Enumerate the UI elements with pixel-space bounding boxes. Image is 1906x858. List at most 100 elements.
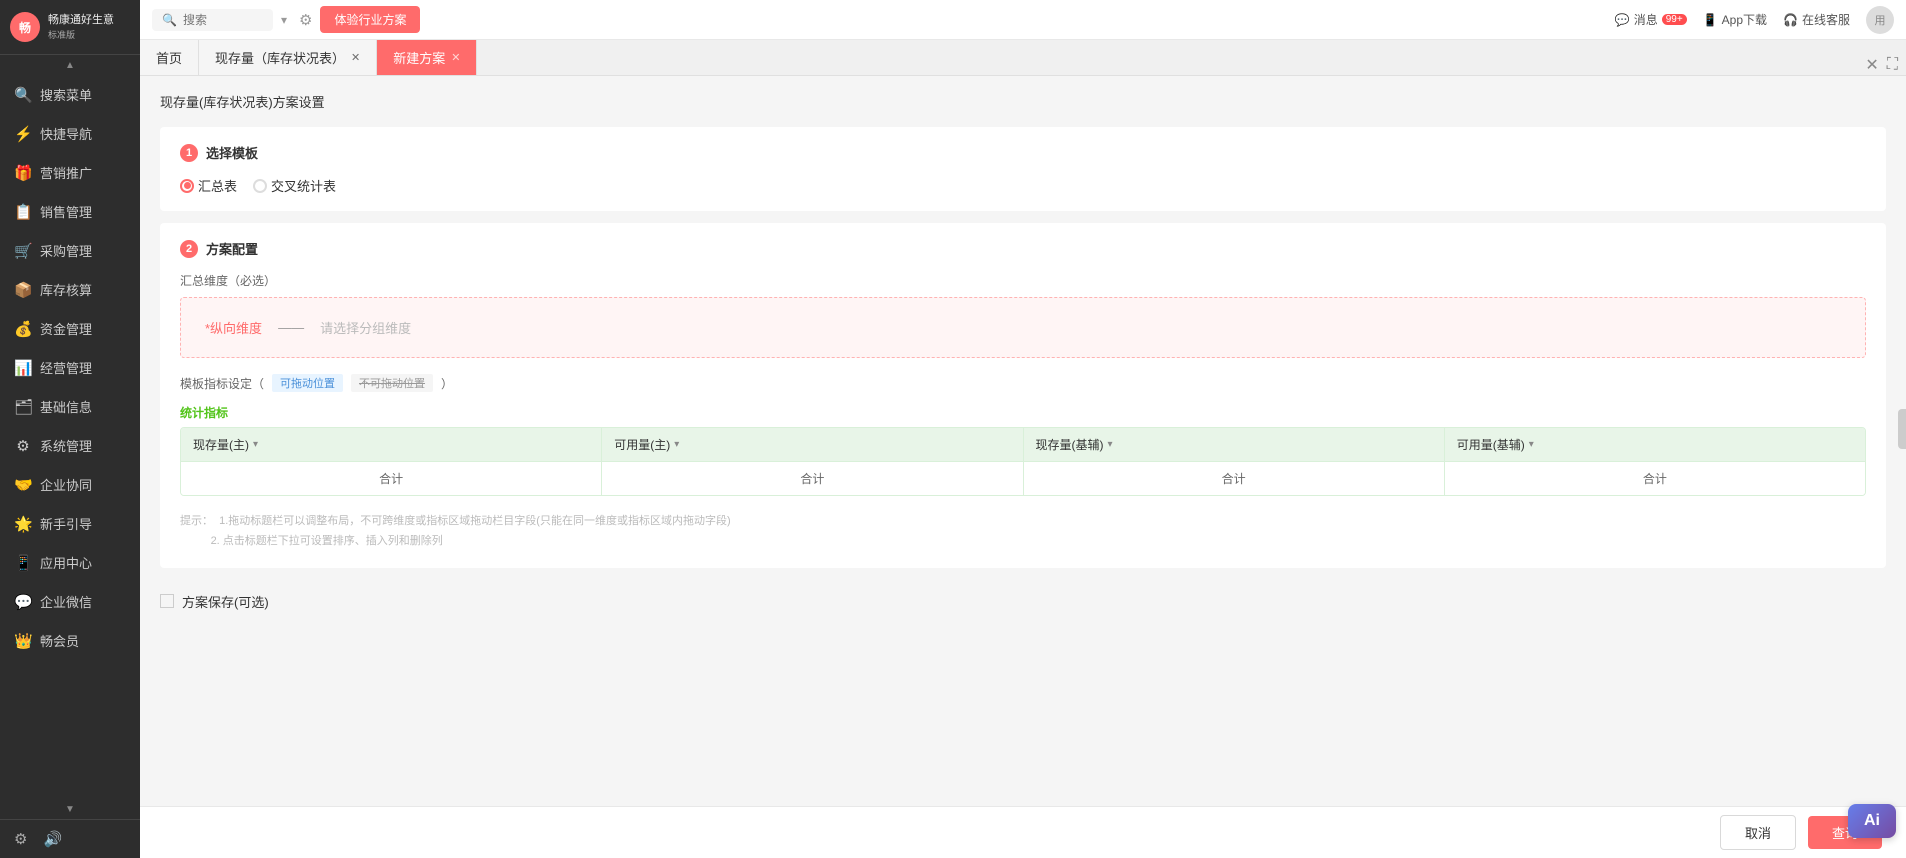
sidebar-item-label: 新手引导	[40, 514, 92, 533]
sidebar-item-label: 经营管理	[40, 358, 92, 377]
vertical-dimension-label: *纵向维度	[205, 318, 262, 337]
sidebar-scroll-down[interactable]: ▼	[0, 799, 140, 819]
tip-2: 2. 点击标题栏下拉可设置排序、插入列和删除列	[180, 532, 1866, 552]
radio-summary-circle	[180, 179, 194, 193]
marketing-icon: 🎁	[14, 164, 32, 182]
app-center-icon: 📱	[14, 554, 32, 572]
sound-icon[interactable]: 🔊	[43, 830, 62, 848]
stats-cell-3: 合计	[1445, 462, 1865, 495]
tab-home[interactable]: 首页	[140, 40, 199, 75]
dimension-sub-label: 汇总维度（必选）	[180, 272, 1866, 289]
sidebar-item-basic-info[interactable]: 🗂 基础信息	[0, 387, 140, 426]
sidebar-item-label: 库存核算	[40, 280, 92, 299]
trial-button[interactable]: 体验行业方案	[320, 6, 420, 33]
system-icon: ⚙	[14, 437, 32, 455]
sidebar-item-label: 系统管理	[40, 436, 92, 455]
tab-inventory-close-icon[interactable]: ✕	[351, 51, 360, 64]
app-download-btn[interactable]: 📱 App下载	[1703, 11, 1767, 28]
stats-section: 统计指标 现存量(主) ▾ 可用量(主) ▾ 现存量(基辅)	[180, 404, 1866, 496]
stats-col-2-arrow[interactable]: ▾	[1108, 439, 1113, 450]
purchase-icon: 🛒	[14, 242, 32, 260]
expand-panel-icon[interactable]: ⛶	[1887, 56, 1898, 74]
sidebar-item-label: 资金管理	[40, 319, 92, 338]
radio-cross-label: 交叉统计表	[271, 176, 336, 195]
sidebar-item-app-center[interactable]: 📱 应用中心	[0, 543, 140, 582]
cancel-button[interactable]: 取消	[1720, 815, 1796, 850]
content-area: 现存量(库存状况表)方案设置 1 选择模板 汇总表 交叉统计表 2	[140, 76, 1906, 806]
message-btn[interactable]: 💬 消息 99+	[1615, 11, 1687, 28]
basic-info-icon: 🗂	[14, 398, 32, 416]
radio-summary[interactable]: 汇总表	[180, 176, 237, 195]
sidebar-item-quick-nav[interactable]: ⚡ 快捷导航	[0, 114, 140, 153]
online-service-label: 在线客服	[1802, 11, 1850, 28]
user-avatar[interactable]: 用	[1866, 6, 1894, 34]
ai-button[interactable]: Ai	[1848, 804, 1896, 838]
sidebar-item-inventory[interactable]: 📦 库存核算	[0, 270, 140, 309]
stats-table-header: 现存量(主) ▾ 可用量(主) ▾ 现存量(基辅) ▾ 可用量(基辅)	[181, 428, 1865, 461]
member-icon: 👑	[14, 632, 32, 650]
topbar-gear-icon[interactable]: ⚙	[299, 11, 312, 29]
sidebar-item-cooperation[interactable]: 🤝 企业协同	[0, 465, 140, 504]
stats-col-3-arrow[interactable]: ▾	[1529, 439, 1534, 450]
sidebar-item-finance[interactable]: 💰 资金管理	[0, 309, 140, 348]
sidebar-item-member[interactable]: 👑 畅会员	[0, 621, 140, 660]
save-label: 方案保存(可选)	[182, 592, 269, 611]
topbar-search-icon: 🔍	[162, 13, 177, 27]
sales-icon: 📋	[14, 203, 32, 221]
stats-col-1-arrow[interactable]: ▾	[674, 439, 679, 450]
sidebar-item-label: 企业协同	[40, 475, 92, 494]
indicator-settings-label: 模板指标设定（ 可拖动位置 不可拖动位置 ）	[180, 374, 1866, 392]
save-checkbox[interactable]	[160, 594, 174, 608]
sidebar-item-search-menu[interactable]: 🔍 搜索菜单	[0, 75, 140, 114]
message-label: 消息	[1634, 11, 1658, 28]
close-panel-icon[interactable]: ✕	[1865, 55, 1878, 75]
sidebar-item-purchase[interactable]: 🛒 采购管理	[0, 231, 140, 270]
sidebar-item-management[interactable]: 📊 经营管理	[0, 348, 140, 387]
stats-cell-0: 合计	[181, 462, 602, 495]
stats-col-1-label: 可用量(主)	[614, 436, 670, 453]
tab-home-label: 首页	[156, 48, 182, 67]
section2-header: 2 方案配置	[180, 239, 1866, 258]
dimension-area[interactable]: *纵向维度 —— 请选择分组维度	[180, 297, 1866, 358]
sidebar-logo: 畅 畅康通好生意 标准版	[0, 0, 140, 55]
settings-icon[interactable]: ⚙	[14, 830, 27, 848]
page-title: 现存量(库存状况表)方案设置	[160, 92, 1886, 111]
stats-col-0-arrow[interactable]: ▾	[253, 439, 258, 450]
main-area: 🔍 ▾ ⚙ 体验行业方案 💬 消息 99+ 📱 App下载 🎧 在线客服 用	[140, 0, 1906, 858]
message-icon: 💬	[1615, 13, 1630, 27]
tab-new-scheme-label: 新建方案	[393, 48, 445, 67]
message-badge: 99+	[1662, 14, 1687, 25]
tab-new-scheme-close-icon[interactable]: ✕	[451, 51, 460, 64]
tab-new-scheme[interactable]: 新建方案 ✕	[377, 40, 477, 75]
quick-nav-icon: ⚡	[14, 125, 32, 143]
logo-badge: 标准版	[48, 28, 114, 41]
section-scheme-config: 2 方案配置 汇总维度（必选） *纵向维度 —— 请选择分组维度 模板指标设定（…	[160, 223, 1886, 568]
app-download-icon: 📱	[1703, 13, 1718, 27]
online-service-btn[interactable]: 🎧 在线客服	[1783, 11, 1850, 28]
template-radio-group: 汇总表 交叉统计表	[180, 176, 1866, 195]
sidebar-item-wechat[interactable]: 💬 企业微信	[0, 582, 140, 621]
search-input[interactable]	[183, 13, 263, 27]
section2-num: 2	[180, 240, 198, 258]
stats-cell-2: 合计	[1024, 462, 1445, 495]
sidebar-item-label: 销售管理	[40, 202, 92, 221]
sidebar-item-marketing[interactable]: 🎁 营销推广	[0, 153, 140, 192]
management-icon: 📊	[14, 359, 32, 377]
wechat-icon: 💬	[14, 593, 32, 611]
search-menu-icon: 🔍	[14, 86, 32, 104]
indicator-draggable-tag: 可拖动位置	[272, 374, 343, 392]
sidebar-item-new-guide[interactable]: 🌟 新手引导	[0, 504, 140, 543]
logo-icon: 畅	[10, 12, 40, 42]
sidebar-scroll-up[interactable]: ▲	[0, 55, 140, 75]
radio-cross[interactable]: 交叉统计表	[253, 176, 336, 195]
stats-table: 现存量(主) ▾ 可用量(主) ▾ 现存量(基辅) ▾ 可用量(基辅)	[180, 427, 1866, 496]
dimension-row: *纵向维度 —— 请选择分组维度	[205, 318, 1841, 337]
sidebar-item-sales[interactable]: 📋 销售管理	[0, 192, 140, 231]
tab-inventory-status[interactable]: 现存量（库存状况表） ✕	[199, 40, 377, 75]
sidebar-item-system[interactable]: ⚙ 系统管理	[0, 426, 140, 465]
topbar-search-box[interactable]: 🔍	[152, 9, 273, 31]
section1-title: 选择模板	[206, 143, 258, 162]
finance-icon: 💰	[14, 320, 32, 338]
right-edge-handle[interactable]	[1898, 409, 1906, 449]
topbar-dropdown-icon[interactable]: ▾	[281, 13, 287, 27]
